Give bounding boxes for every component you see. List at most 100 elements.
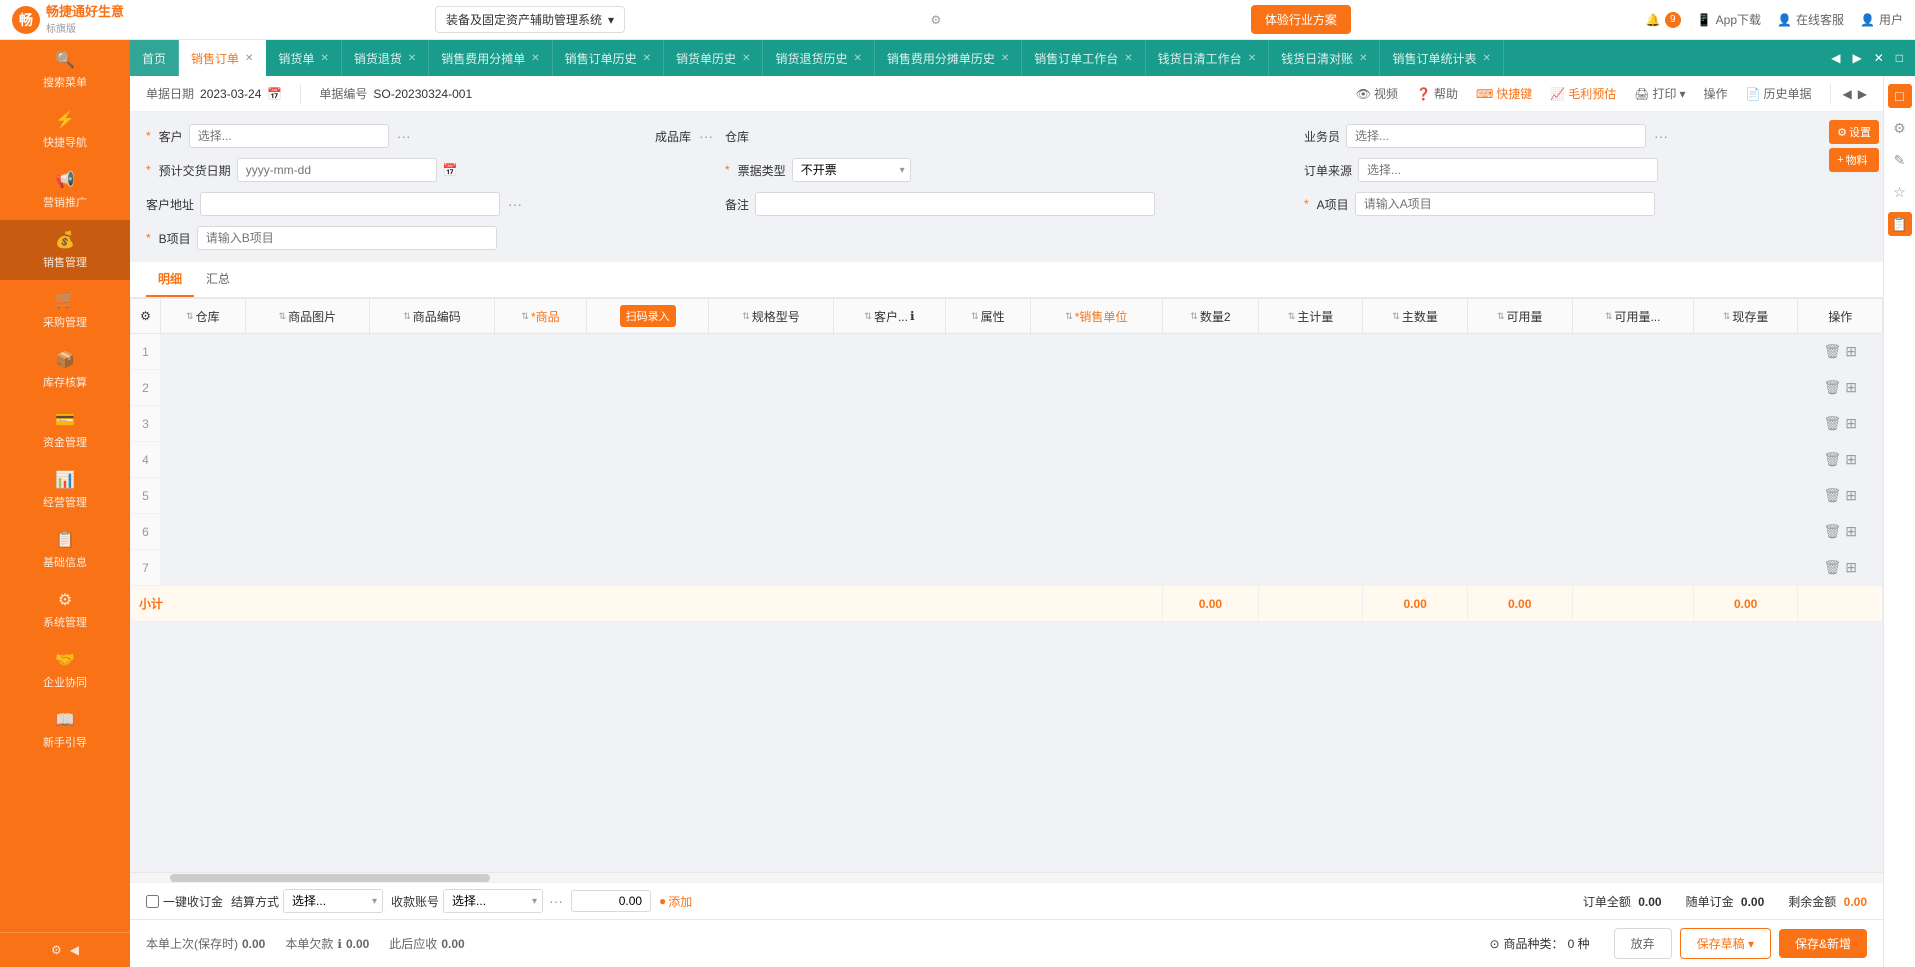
tab-sales-order[interactable]: 销售订单 ✕ — [179, 40, 266, 76]
row-qty2[interactable] — [1163, 514, 1259, 550]
row-delete-icon[interactable]: 🗑 — [1823, 487, 1841, 504]
user-menu[interactable]: 👤 用户 — [1860, 11, 1903, 28]
sidebar-item-quick[interactable]: ⚡ 快捷导航 — [0, 100, 130, 160]
row-spec[interactable] — [709, 406, 834, 442]
row-main-unit[interactable] — [1258, 550, 1363, 586]
customer-ellipsis-icon[interactable]: ··· — [397, 128, 411, 144]
b-project-input[interactable] — [197, 226, 497, 250]
th-settings[interactable]: ⚙ — [131, 299, 161, 334]
row-customer-code[interactable] — [833, 514, 945, 550]
tab-daily-workbench[interactable]: 钱货日清工作台 ✕ — [1146, 40, 1269, 76]
row-delete-icon[interactable]: 🗑 — [1823, 451, 1841, 468]
th-qty2[interactable]: ⇅ 数量2 — [1163, 299, 1259, 334]
a-project-input[interactable] — [1355, 192, 1655, 216]
right-sidebar-btn-4[interactable]: ☆ — [1888, 180, 1912, 204]
deposit-amount-input[interactable] — [571, 890, 651, 912]
row-name[interactable] — [494, 478, 586, 514]
tab-sales-fee[interactable]: 销售费用分摊单 ✕ — [429, 40, 552, 76]
row-copy-icon[interactable]: ⊞ — [1845, 559, 1857, 576]
th-available[interactable]: ⇅ 可用量 — [1467, 299, 1572, 334]
row-copy-icon[interactable]: ⊞ — [1845, 415, 1857, 432]
row-main-qty[interactable] — [1363, 514, 1468, 550]
row-attr[interactable] — [946, 550, 1031, 586]
history-btn[interactable]: 📄 历史单据 — [1740, 82, 1818, 105]
row-delete-icon[interactable]: 🗑 — [1823, 343, 1841, 360]
close-icon[interactable]: ✕ — [853, 53, 861, 64]
row-main-unit[interactable] — [1258, 334, 1363, 370]
row-unit[interactable] — [1030, 370, 1162, 406]
settings-form-btn[interactable]: ⚙ 设置 — [1829, 120, 1879, 144]
row-code[interactable] — [370, 478, 495, 514]
right-sidebar-btn-3[interactable]: ✎ — [1888, 148, 1912, 172]
row-unit[interactable] — [1030, 478, 1162, 514]
tab-sales-fee-history[interactable]: 销售费用分摊单历史 ✕ — [875, 40, 1022, 76]
row-main-qty[interactable] — [1363, 478, 1468, 514]
th-spec[interactable]: ⇅ 规格型号 — [709, 299, 834, 334]
close-icon[interactable]: ✕ — [742, 53, 750, 64]
row-code[interactable] — [370, 370, 495, 406]
account-ellipsis-icon[interactable]: ··· — [549, 893, 563, 909]
tab-sales-workbench[interactable]: 销售订单工作台 ✕ — [1022, 40, 1145, 76]
row-qty2[interactable] — [1163, 442, 1259, 478]
row-main-qty[interactable] — [1363, 370, 1468, 406]
scan-button[interactable]: 扫码录入 — [620, 305, 676, 327]
row-customer-code[interactable] — [833, 334, 945, 370]
row-customer-code[interactable] — [833, 406, 945, 442]
right-sidebar-btn-2[interactable]: ⚙ — [1888, 116, 1912, 140]
row-spec[interactable] — [709, 514, 834, 550]
th-customer-code[interactable]: ⇅ 客户... ℹ — [833, 299, 945, 334]
row-warehouse[interactable] — [161, 442, 246, 478]
sidebar-item-inventory[interactable]: 📦 库存核算 — [0, 340, 130, 400]
tab-summary[interactable]: 汇总 — [194, 262, 242, 297]
solution-button[interactable]: 体验行业方案 — [1251, 5, 1351, 34]
row-spec[interactable] — [709, 442, 834, 478]
row-warehouse[interactable] — [161, 550, 246, 586]
th-warehouse[interactable]: ⇅ 仓库 — [161, 299, 246, 334]
row-warehouse[interactable] — [161, 514, 246, 550]
row-code[interactable] — [370, 442, 495, 478]
row-copy-icon[interactable]: ⊞ — [1845, 451, 1857, 468]
warehouse-ellipsis-icon[interactable]: ··· — [699, 128, 713, 144]
remark-input[interactable] — [755, 192, 1155, 216]
row-main-qty[interactable] — [1363, 550, 1468, 586]
staff-ellipsis-icon[interactable]: ··· — [1654, 128, 1668, 144]
prev-page-icon[interactable]: ◀ — [1843, 87, 1852, 101]
account-select[interactable]: 选择... — [443, 889, 543, 913]
tab-sales-order-close-icon[interactable]: ✕ — [245, 53, 253, 64]
address-ellipsis-icon[interactable]: ··· — [508, 196, 522, 212]
close-icon[interactable]: ✕ — [1359, 53, 1367, 64]
order-source-input[interactable] — [1358, 158, 1658, 182]
row-unit[interactable] — [1030, 334, 1162, 370]
row-warehouse[interactable] — [161, 370, 246, 406]
row-main-unit[interactable] — [1258, 478, 1363, 514]
row-qty2[interactable] — [1163, 478, 1259, 514]
row-main-unit[interactable] — [1258, 442, 1363, 478]
row-copy-icon[interactable]: ⊞ — [1845, 343, 1857, 360]
invoice-select[interactable]: 不开票 增值税普通发票 增值税专用发票 — [792, 158, 911, 182]
horizontal-scrollbar[interactable] — [170, 874, 490, 882]
row-warehouse[interactable] — [161, 334, 246, 370]
deposit-checkbox[interactable] — [146, 895, 159, 908]
close-icon[interactable]: ✕ — [408, 53, 416, 64]
close-icon[interactable]: ✕ — [531, 53, 539, 64]
right-sidebar-btn-5[interactable]: 📋 — [1888, 212, 1912, 236]
close-icon[interactable]: ✕ — [1248, 53, 1256, 64]
sidebar-item-basic[interactable]: 📋 基础信息 — [0, 520, 130, 580]
row-main-qty[interactable] — [1363, 334, 1468, 370]
row-main-unit[interactable] — [1258, 514, 1363, 550]
close-icon[interactable]: ✕ — [1483, 53, 1491, 64]
sidebar-settings-icon[interactable]: ⚙ — [51, 943, 62, 957]
th-main-unit[interactable]: ⇅ 主计量 — [1258, 299, 1363, 334]
sidebar-item-guide[interactable]: 📖 新手引导 — [0, 700, 130, 760]
address-input[interactable] — [200, 192, 500, 216]
close-icon[interactable]: ✕ — [1001, 53, 1009, 64]
th-code[interactable]: ⇅ 商品编码 — [370, 299, 495, 334]
row-unit[interactable] — [1030, 550, 1162, 586]
tab-detail[interactable]: 明细 — [146, 262, 194, 297]
row-attr[interactable] — [946, 478, 1031, 514]
row-name[interactable] — [494, 406, 586, 442]
tab-sales-order-history[interactable]: 销售订单历史 ✕ — [553, 40, 664, 76]
row-attr[interactable] — [946, 334, 1031, 370]
tab-expand-icon[interactable]: □ — [1892, 49, 1907, 67]
th-attr[interactable]: ⇅ 属性 — [946, 299, 1031, 334]
